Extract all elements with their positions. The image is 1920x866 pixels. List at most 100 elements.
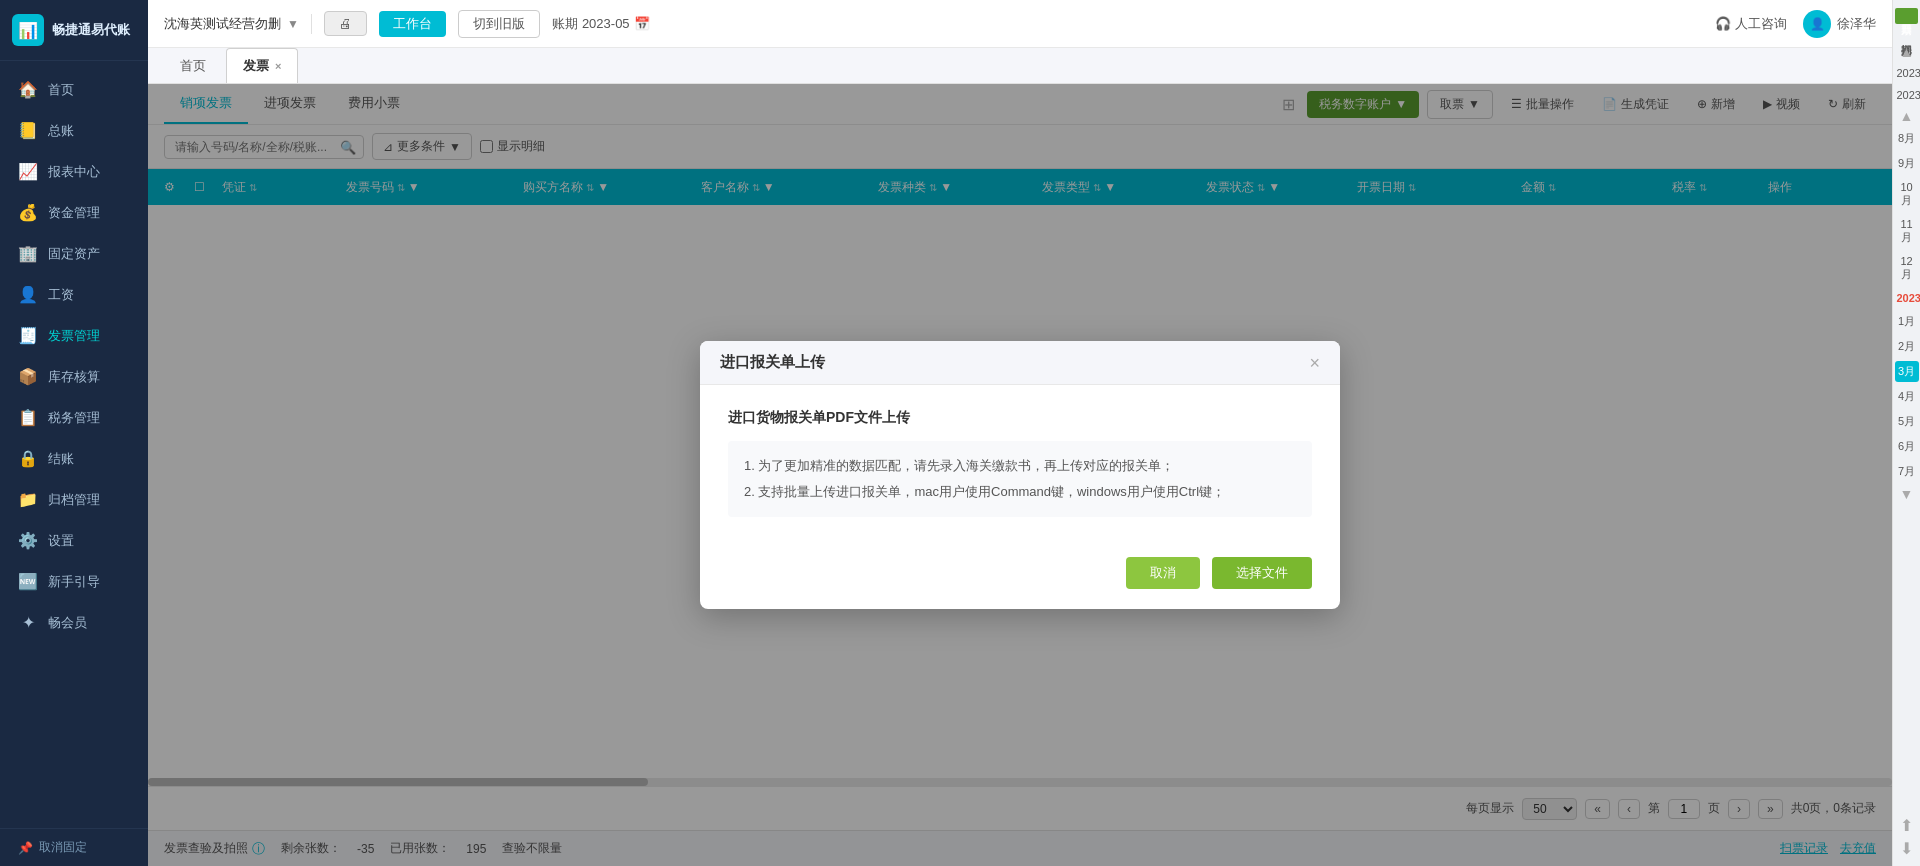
tab-invoice[interactable]: 发票 × <box>226 48 298 83</box>
topbar-divider-1 <box>311 14 312 34</box>
pin-icon: 📌 <box>18 841 33 855</box>
home-icon: 🏠 <box>18 80 38 99</box>
dialog-body: 进口货物报关单PDF文件上传 1. 为了更加精准的数据匹配，请先录入海关缴款书，… <box>700 385 1340 541</box>
period-item-202303b[interactable]: 2023.03 <box>1895 86 1919 104</box>
notice-2-text: 2. 支持批量上传进口报关单，mac用户使用Command键，windows用户… <box>744 479 1225 505</box>
switch-version-button[interactable]: 切到旧版 <box>458 10 540 38</box>
dialog-footer: 取消 选择文件 <box>700 541 1340 609</box>
guide-icon: 🆕 <box>18 572 38 591</box>
period-item-11[interactable]: 11月 <box>1895 215 1919 248</box>
period-item-1[interactable]: 1月 <box>1895 311 1919 332</box>
period-item-10[interactable]: 10月 <box>1895 178 1919 211</box>
tab-home-label: 首页 <box>180 57 206 75</box>
user-menu[interactable]: 👤 徐泽华 <box>1803 10 1876 38</box>
period-scroll-up[interactable]: ▲ <box>1900 44 1914 60</box>
company-chevron-icon: ▼ <box>287 17 299 31</box>
period-item-202303a[interactable]: 2023.03 <box>1895 64 1919 82</box>
inventory-icon: 📦 <box>18 367 38 386</box>
calendar-icon: 📅 <box>634 16 650 31</box>
expand-up-icon[interactable]: ⬆ <box>1900 816 1913 835</box>
sidebar-item-salary-label: 工资 <box>48 286 74 304</box>
sidebar-item-home[interactable]: 🏠 首页 <box>0 69 148 110</box>
sidebar-item-settings[interactable]: ⚙️ 设置 <box>0 520 148 561</box>
tab-bar: 首页 发票 × <box>148 48 1892 84</box>
content-area: 销项发票 进项发票 费用小票 ⊞ 税务数字账户 ▼ 取票 ▼ ☰ <box>148 84 1892 866</box>
archive-icon: 📁 <box>18 490 38 509</box>
tax-icon: 📋 <box>18 408 38 427</box>
notice-1-text: 1. 为了更加精准的数据匹配，请先录入海关缴款书，再上传对应的报关单； <box>744 453 1174 479</box>
sidebar-item-inventory[interactable]: 📦 库存核算 <box>0 356 148 397</box>
settings-icon: ⚙️ <box>18 531 38 550</box>
sidebar-item-close[interactable]: 🔒 结账 <box>0 438 148 479</box>
sidebar-item-ledger[interactable]: 📒 总账 <box>0 110 148 151</box>
period-item-8[interactable]: 8月 <box>1895 128 1919 149</box>
ledger-icon: 📒 <box>18 121 38 140</box>
sidebar-item-assets-label: 固定资产 <box>48 245 100 263</box>
sidebar-item-salary[interactable]: 👤 工资 <box>0 274 148 315</box>
sidebar-item-guide[interactable]: 🆕 新手引导 <box>0 561 148 602</box>
period-item-6[interactable]: 6月 <box>1895 436 1919 457</box>
dialog-overlay: 进口报关单上传 × 进口货物报关单PDF文件上传 1. 为了更加精准的数据匹配，… <box>148 84 1892 866</box>
period-item-12[interactable]: 12月 <box>1895 252 1919 285</box>
period-item-9[interactable]: 9月 <box>1895 153 1919 174</box>
sidebar-item-funds-label: 资金管理 <box>48 204 100 222</box>
sidebar-item-reports[interactable]: 📈 报表中心 <box>0 151 148 192</box>
dialog-title: 进口报关单上传 <box>720 353 825 372</box>
period-text-label: 账期 <box>552 15 578 33</box>
period-scroll-up-2[interactable]: ▲ <box>1900 108 1914 124</box>
period-item-7[interactable]: 7月 <box>1895 461 1919 482</box>
sidebar-item-tax[interactable]: 📋 税务管理 <box>0 397 148 438</box>
sidebar-item-invoice[interactable]: 🧾 发票管理 <box>0 315 148 356</box>
headset-icon: 🎧 <box>1715 16 1731 31</box>
period-item-2023[interactable]: 2023 <box>1895 289 1919 307</box>
dialog-upload-title: 进口货物报关单PDF文件上传 <box>728 409 1312 427</box>
sidebar-nav: 🏠 首页 📒 总账 📈 报表中心 💰 资金管理 🏢 固定资产 👤 工资 🧾 发票… <box>0 61 148 828</box>
company-selector[interactable]: 沈海英测试经营勿删 ▼ <box>164 15 299 33</box>
sidebar-unpin[interactable]: 📌 取消固定 <box>0 828 148 866</box>
service-button[interactable]: 🎧 人工咨询 <box>1715 15 1787 33</box>
topbar-right: 🎧 人工咨询 👤 徐泽华 <box>1715 10 1876 38</box>
user-name: 徐泽华 <box>1837 15 1876 33</box>
dialog-select-file-button[interactable]: 选择文件 <box>1212 557 1312 589</box>
tab-home[interactable]: 首页 <box>164 49 222 83</box>
tab-close-icon[interactable]: × <box>275 60 281 72</box>
dialog-cancel-button[interactable]: 取消 <box>1126 557 1200 589</box>
sidebar-item-vip[interactable]: ✦ 畅会员 <box>0 602 148 643</box>
assets-icon: 🏢 <box>18 244 38 263</box>
print-button[interactable]: 🖨 <box>324 11 367 36</box>
sidebar-logo: 📊 畅捷通易代账 <box>0 0 148 61</box>
period-item-3[interactable]: 3月 <box>1895 361 1919 382</box>
main-area: 沈海英测试经营勿删 ▼ 🖨 工作台 切到旧版 账期 2023-05 📅 🎧 人工… <box>148 0 1892 866</box>
period-item-4[interactable]: 4月 <box>1895 386 1919 407</box>
open-date-label[interactable]: 开票日期 <box>1895 8 1918 24</box>
logo-text: 畅捷通易代账 <box>52 21 130 39</box>
workspace-button[interactable]: 工作台 <box>379 11 446 37</box>
invoice-icon: 🧾 <box>18 326 38 345</box>
company-name: 沈海英测试经营勿删 <box>164 15 281 33</box>
period-scroll-down[interactable]: ▼ <box>1900 486 1914 502</box>
sidebar-item-assets[interactable]: 🏢 固定资产 <box>0 233 148 274</box>
topbar: 沈海英测试经营勿删 ▼ 🖨 工作台 切到旧版 账期 2023-05 📅 🎧 人工… <box>148 0 1892 48</box>
sidebar-item-invoice-label: 发票管理 <box>48 327 100 345</box>
funds-icon: 💰 <box>18 203 38 222</box>
sidebar-item-vip-label: 畅会员 <box>48 614 87 632</box>
dialog-notice: 1. 为了更加精准的数据匹配，请先录入海关缴款书，再上传对应的报关单； 2. 支… <box>728 441 1312 517</box>
sidebar-item-ledger-label: 总账 <box>48 122 74 140</box>
sidebar-item-settings-label: 设置 <box>48 532 74 550</box>
sidebar-item-funds[interactable]: 💰 资金管理 <box>0 192 148 233</box>
notice-item-2: 2. 支持批量上传进口报关单，mac用户使用Command键，windows用户… <box>744 479 1296 505</box>
tab-invoice-label: 发票 <box>243 57 269 75</box>
period-value: 2023-05 <box>582 16 630 31</box>
salary-icon: 👤 <box>18 285 38 304</box>
sidebar-item-archive[interactable]: 📁 归档管理 <box>0 479 148 520</box>
sidebar: 📊 畅捷通易代账 🏠 首页 📒 总账 📈 报表中心 💰 资金管理 🏢 固定资产 … <box>0 0 148 866</box>
notice-item-1: 1. 为了更加精准的数据匹配，请先录入海关缴款书，再上传对应的报关单； <box>744 453 1296 479</box>
import-dialog: 进口报关单上传 × 进口货物报关单PDF文件上传 1. 为了更加精准的数据匹配，… <box>700 341 1340 609</box>
avatar: 👤 <box>1803 10 1831 38</box>
dialog-close-button[interactable]: × <box>1309 354 1320 372</box>
expand-down-icon[interactable]: ⬇ <box>1900 839 1913 858</box>
vip-icon: ✦ <box>18 613 38 632</box>
period-item-5[interactable]: 5月 <box>1895 411 1919 432</box>
period-display: 账期 2023-05 📅 <box>552 15 650 33</box>
period-item-2[interactable]: 2月 <box>1895 336 1919 357</box>
